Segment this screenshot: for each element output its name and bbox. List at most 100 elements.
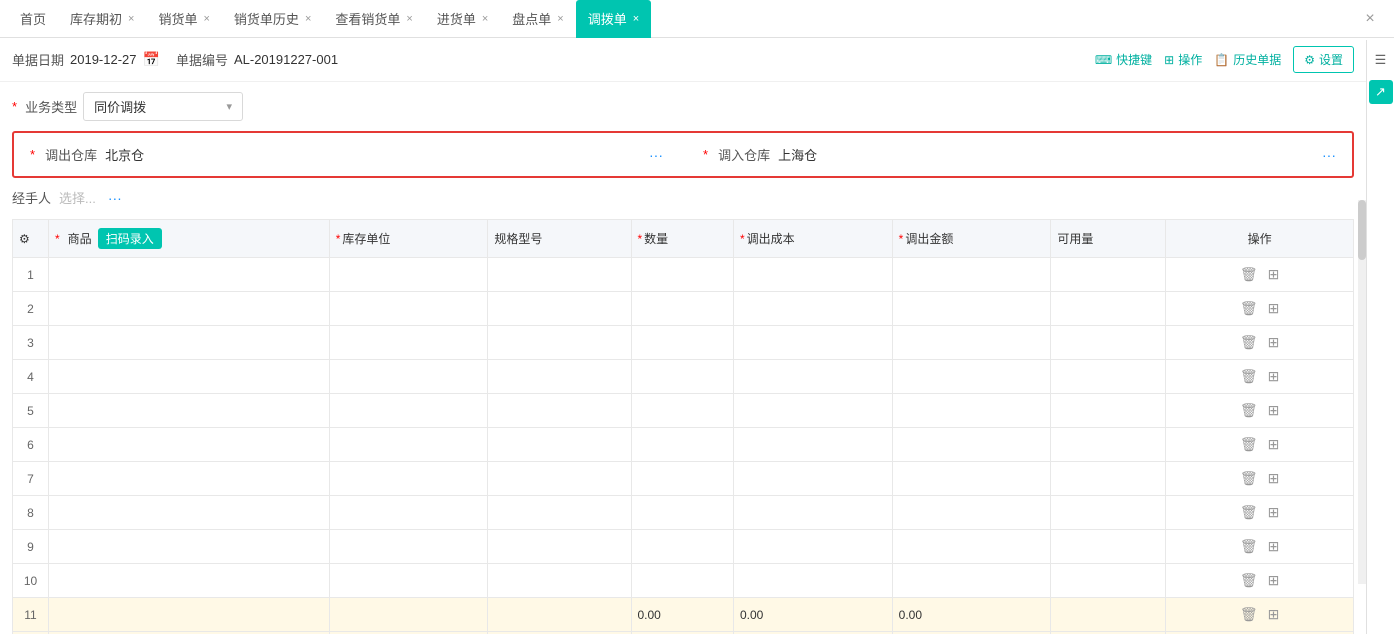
warehouse-in-more-icon[interactable]: ··· [1322,147,1336,163]
unit-cell-11[interactable] [329,598,488,632]
sidebar-export-icon[interactable]: ↗ [1369,80,1393,104]
qty-cell-2[interactable] [631,292,733,326]
tab-sales-history-close[interactable]: × [305,13,311,25]
spec-cell-11[interactable] [488,598,631,632]
qty-cell-5[interactable] [631,394,733,428]
amount-cell-2[interactable] [892,292,1051,326]
amount-cell-11[interactable]: 0.00 [892,598,1051,632]
spec-cell-3[interactable] [488,326,631,360]
spec-cell-10[interactable] [488,564,631,598]
table-settings-header[interactable]: ⚙ [13,220,49,258]
cost-cell-4[interactable] [733,360,892,394]
copy-icon-7[interactable]: ⊞ [1266,468,1282,489]
spec-cell-9[interactable] [488,530,631,564]
unit-cell-8[interactable] [329,496,488,530]
sidebar-list-icon[interactable]: ☰ [1369,48,1393,72]
unit-cell-1[interactable] [329,258,488,292]
product-cell-7[interactable] [49,462,330,496]
delete-icon-3[interactable]: 🗑 [1238,332,1260,353]
product-cell-9[interactable] [49,530,330,564]
copy-icon-5[interactable]: ⊞ [1266,400,1282,421]
product-cell-3[interactable] [49,326,330,360]
delete-icon-6[interactable]: 🗑 [1238,434,1260,455]
cost-cell-3[interactable] [733,326,892,360]
copy-icon-8[interactable]: ⊞ [1266,502,1282,523]
product-cell-11[interactable] [49,598,330,632]
unit-cell-9[interactable] [329,530,488,564]
tab-transfer-close[interactable]: × [633,13,639,25]
amount-cell-6[interactable] [892,428,1051,462]
product-cell-10[interactable] [49,564,330,598]
qty-cell-10[interactable] [631,564,733,598]
delete-icon-4[interactable]: 🗑 [1238,366,1260,387]
tab-view-sales-close[interactable]: × [406,13,412,25]
unit-cell-5[interactable] [329,394,488,428]
tab-inventory-check[interactable]: 盘点单 × [500,0,575,38]
qty-cell-11[interactable]: 0.00 [631,598,733,632]
amount-cell-4[interactable] [892,360,1051,394]
history-button[interactable]: 📋 历史单据 [1214,51,1281,68]
delete-icon-9[interactable]: 🗑 [1238,536,1260,557]
cost-cell-5[interactable] [733,394,892,428]
copy-icon-2[interactable]: ⊞ [1266,298,1282,319]
qty-cell-8[interactable] [631,496,733,530]
settings-button[interactable]: ⚙ 设置 [1293,46,1354,73]
tab-purchase-close[interactable]: × [482,13,488,25]
copy-icon-11[interactable]: ⊞ [1266,604,1282,625]
operations-button[interactable]: ⊞ 操作 [1164,51,1202,68]
delete-icon-2[interactable]: 🗑 [1238,298,1260,319]
amount-cell-5[interactable] [892,394,1051,428]
copy-icon-10[interactable]: ⊞ [1266,570,1282,591]
qty-cell-9[interactable] [631,530,733,564]
product-cell-2[interactable] [49,292,330,326]
delete-icon-5[interactable]: 🗑 [1238,400,1260,421]
qty-cell-6[interactable] [631,428,733,462]
qty-cell-4[interactable] [631,360,733,394]
calendar-icon[interactable]: 📅 [143,51,160,68]
cost-cell-9[interactable] [733,530,892,564]
shortcuts-button[interactable]: ⌨ 快捷键 [1095,51,1152,68]
tab-view-sales[interactable]: 查看销货单 × [323,0,424,38]
qty-cell-1[interactable] [631,258,733,292]
cost-cell-8[interactable] [733,496,892,530]
amount-cell-3[interactable] [892,326,1051,360]
spec-cell-2[interactable] [488,292,631,326]
scrollbar-thumb[interactable] [1358,200,1366,260]
handler-more-icon[interactable]: ··· [108,190,122,206]
qty-cell-3[interactable] [631,326,733,360]
unit-cell-4[interactable] [329,360,488,394]
cost-cell-11[interactable]: 0.00 [733,598,892,632]
spec-cell-5[interactable] [488,394,631,428]
product-cell-8[interactable] [49,496,330,530]
delete-icon-1[interactable]: 🗑 [1238,264,1260,285]
amount-cell-1[interactable] [892,258,1051,292]
delete-icon-10[interactable]: 🗑 [1238,570,1260,591]
spec-cell-1[interactable] [488,258,631,292]
spec-cell-4[interactable] [488,360,631,394]
tab-home[interactable]: 首页 [8,0,58,38]
tab-sales-order-close[interactable]: × [203,13,209,25]
spec-cell-7[interactable] [488,462,631,496]
copy-icon-4[interactable]: ⊞ [1266,366,1282,387]
handler-placeholder[interactable]: 选择... [59,188,96,207]
cost-cell-10[interactable] [733,564,892,598]
tab-inventory-check-close[interactable]: × [557,13,563,25]
qty-cell-7[interactable] [631,462,733,496]
amount-cell-9[interactable] [892,530,1051,564]
tab-inventory-init-close[interactable]: × [128,13,134,25]
business-type-select[interactable]: 同价调拨 ▾ [83,92,243,121]
product-cell-1[interactable] [49,258,330,292]
spec-cell-8[interactable] [488,496,631,530]
unit-cell-10[interactable] [329,564,488,598]
unit-cell-6[interactable] [329,428,488,462]
product-cell-4[interactable] [49,360,330,394]
copy-icon-1[interactable]: ⊞ [1266,264,1282,285]
spec-cell-6[interactable] [488,428,631,462]
cost-cell-1[interactable] [733,258,892,292]
warehouse-out-more-icon[interactable]: ··· [649,147,663,163]
cost-cell-6[interactable] [733,428,892,462]
cost-cell-2[interactable] [733,292,892,326]
amount-cell-10[interactable] [892,564,1051,598]
tab-transfer[interactable]: 调拨单 × [576,0,651,38]
delete-icon-7[interactable]: 🗑 [1238,468,1260,489]
